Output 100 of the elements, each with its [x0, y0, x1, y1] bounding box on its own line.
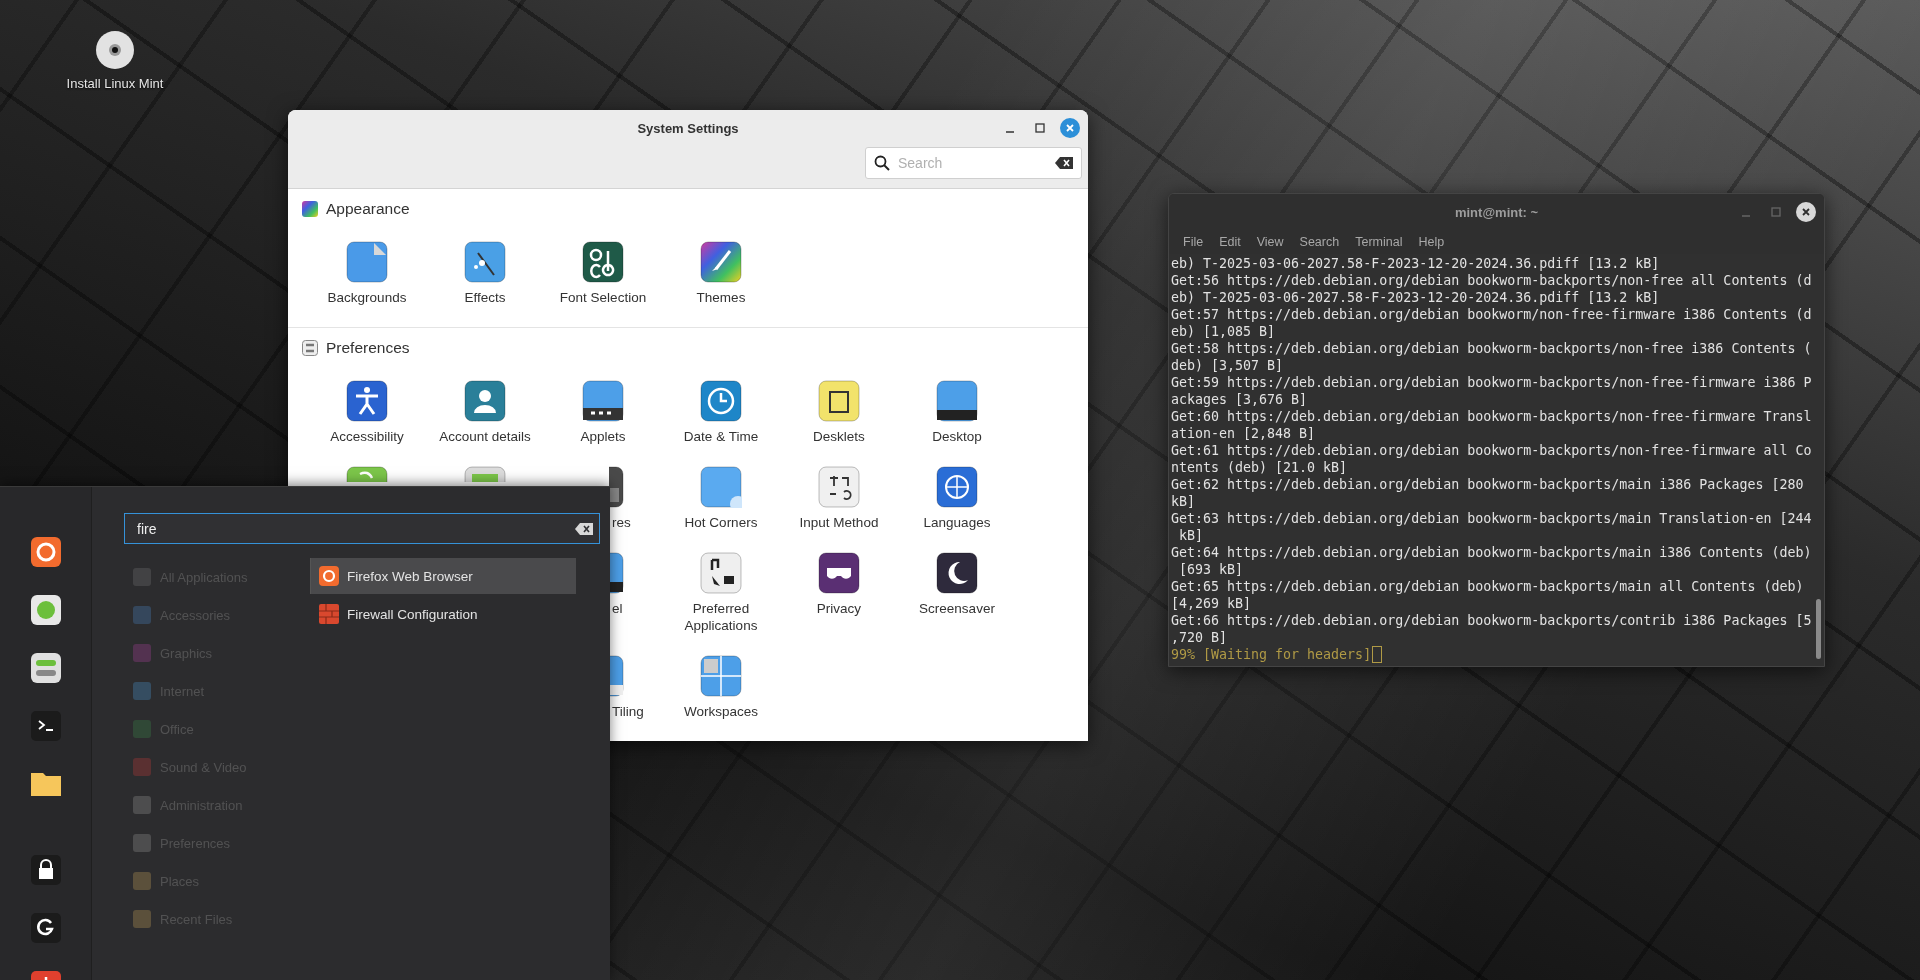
search-field[interactable]: fire	[135, 519, 575, 538]
search-field[interactable]: Search	[896, 154, 1049, 172]
category-icon	[132, 795, 152, 815]
terminal-line: Get:56 https://deb.debian.org/debian bookworm-backports/non-free all Contents (d	[1171, 272, 1812, 289]
settings-item[interactable]: Applets	[580, 380, 626, 445]
settings-item[interactable]: Preferred Applications	[666, 552, 776, 634]
minimize-icon	[1741, 215, 1751, 217]
scrollbar-thumb[interactable]	[1816, 599, 1821, 659]
settings-item[interactable]: Font Selection	[559, 241, 647, 306]
terminal-line: eb) [1,085 B]	[1171, 323, 1276, 340]
settings-item[interactable]: Workspaces	[684, 655, 758, 720]
settings-item[interactable]: Date & Time	[683, 380, 759, 445]
settings-item[interactable]: Tiling	[612, 703, 644, 720]
menu-item[interactable]: Edit	[1211, 235, 1249, 249]
terminal-line: ackages [3,676 B]	[1171, 391, 1308, 408]
clock-icon	[700, 380, 742, 422]
terminal-line: Get:60 https://deb.debian.org/debian bookworm-backports/non-free-firmware Transl	[1171, 408, 1812, 425]
terminal-line: Get:58 https://deb.debian.org/debian bookworm-backports/non-free i386 Contents (	[1171, 340, 1812, 357]
category-icon	[132, 833, 152, 853]
minimize-icon	[1005, 131, 1015, 133]
settings-item[interactable]: Privacy	[816, 552, 862, 617]
desktop-icon-label[interactable]: Install Linux Mint	[66, 76, 164, 91]
category-icon	[132, 871, 152, 891]
menu-item[interactable]: Search	[1291, 235, 1348, 249]
category-icon	[132, 757, 152, 777]
terminal-line: Get:63 https://deb.debian.org/debian bookworm-backports/main Translation-en [244	[1171, 510, 1812, 527]
terminal-line: ,720 B]	[1171, 629, 1228, 646]
menu-item[interactable]: Terminal	[1347, 235, 1411, 249]
settings-item[interactable]: Accessibility	[330, 380, 404, 445]
terminal-line: 99% [Waiting for headers]	[1171, 646, 1372, 663]
palette-icon	[302, 201, 318, 217]
brick-wall-icon	[319, 604, 339, 624]
settings-item[interactable]: Languages	[923, 466, 991, 531]
terminal-line: kB]	[1171, 493, 1196, 510]
lock-icon[interactable]	[30, 855, 61, 885]
desktop-icon	[936, 380, 978, 422]
terminal-line: kB]	[1178, 527, 1204, 544]
disc-icon[interactable]	[95, 30, 135, 70]
close-button[interactable]	[1796, 202, 1816, 222]
settings-item[interactable]: Account details	[439, 380, 531, 445]
panel-icon	[582, 380, 624, 422]
terminal-line: Get:57 https://deb.debian.org/debian bookworm/non-free-firmware i386 Contents (d	[1171, 306, 1812, 323]
maximize-icon	[1035, 123, 1045, 133]
terminal-line: eb) T-2025-03-06-2027.58-F-2023-12-20-2024.36.pdiff [13.2 kB]	[1171, 255, 1660, 272]
clear-icon[interactable]	[575, 522, 593, 535]
settings-item[interactable]: Desktop	[932, 380, 982, 445]
search-result[interactable]: Firefox Web Browser	[310, 558, 576, 594]
toggle-icon[interactable]	[30, 653, 61, 683]
software-icon[interactable]	[30, 595, 61, 625]
search-result[interactable]: Firewall Configuration	[310, 596, 576, 632]
text-cursor	[1372, 646, 1383, 663]
accessibility-icon	[346, 380, 388, 422]
browser-icon[interactable]	[30, 537, 61, 567]
workspaces-icon	[700, 655, 742, 697]
settings-item[interactable]: Input Method	[799, 466, 879, 531]
menu-item[interactable]: View	[1248, 235, 1292, 249]
category-icon	[132, 909, 152, 929]
category-icon	[132, 605, 152, 625]
settings-item[interactable]: res	[612, 514, 631, 531]
mask-icon	[818, 552, 860, 594]
moon-icon	[936, 552, 978, 594]
browser-icon	[319, 566, 339, 586]
app-icon	[346, 466, 388, 482]
terminal-line: Get:64 https://deb.debian.org/debian bookworm-backports/main i386 Contents (deb)	[1171, 544, 1812, 561]
settings-item[interactable]: Backgrounds	[327, 241, 407, 306]
terminal-line: [4,269 kB]	[1171, 595, 1252, 612]
search-box[interactable]: Search	[865, 147, 1082, 179]
terminal-line: Get:65 https://deb.debian.org/debian bookworm-backports/main all Contents (deb)	[1171, 578, 1804, 595]
terminal-line: deb) [3,507 B]	[1171, 357, 1284, 374]
settings-item[interactable]: Hot Corners	[684, 466, 758, 531]
section-heading: Appearance	[326, 200, 410, 218]
menu-item[interactable]: File	[1175, 235, 1212, 249]
settings-item[interactable]: el	[612, 600, 623, 617]
input-method-icon	[818, 466, 860, 508]
clear-icon[interactable]	[1055, 157, 1073, 169]
toggles-icon	[302, 340, 318, 356]
globe-icon	[936, 466, 978, 508]
settings-item[interactable]: Screensaver	[919, 552, 995, 617]
terminal-line: Get:62 https://deb.debian.org/debian bookworm-backports/main i386 Packages [280	[1171, 476, 1804, 493]
search-box[interactable]: fire	[124, 513, 600, 544]
paintbrush-icon	[700, 241, 742, 283]
settings-item[interactable]: Themes	[696, 241, 746, 306]
sticky-note-icon	[818, 380, 860, 422]
terminal-line: Get:61 https://deb.debian.org/debian bookworm-backports/non-free-firmware all Co	[1171, 442, 1812, 459]
window-title: System Settings	[637, 120, 739, 136]
terminal-line: Get:66 https://deb.debian.org/debian bookworm-backports/contrib i386 Packages [5	[1171, 612, 1812, 629]
screen-corner-icon	[700, 466, 742, 508]
menu-item[interactable]: Help	[1410, 235, 1453, 249]
logout-icon[interactable]	[30, 913, 61, 943]
category-icon	[132, 681, 152, 701]
settings-item[interactable]: Effects	[464, 241, 506, 306]
close-icon	[1065, 123, 1075, 133]
terminal-line: ntents (deb) [21.0 kB]	[1171, 459, 1348, 476]
settings-item[interactable]: Desklets	[813, 380, 865, 445]
app-icon	[464, 466, 506, 482]
terminal-icon[interactable]	[30, 711, 61, 741]
magic-wand-icon	[464, 241, 506, 283]
app-icon	[609, 466, 624, 508]
search-icon	[874, 155, 890, 171]
category-icon	[132, 643, 152, 663]
